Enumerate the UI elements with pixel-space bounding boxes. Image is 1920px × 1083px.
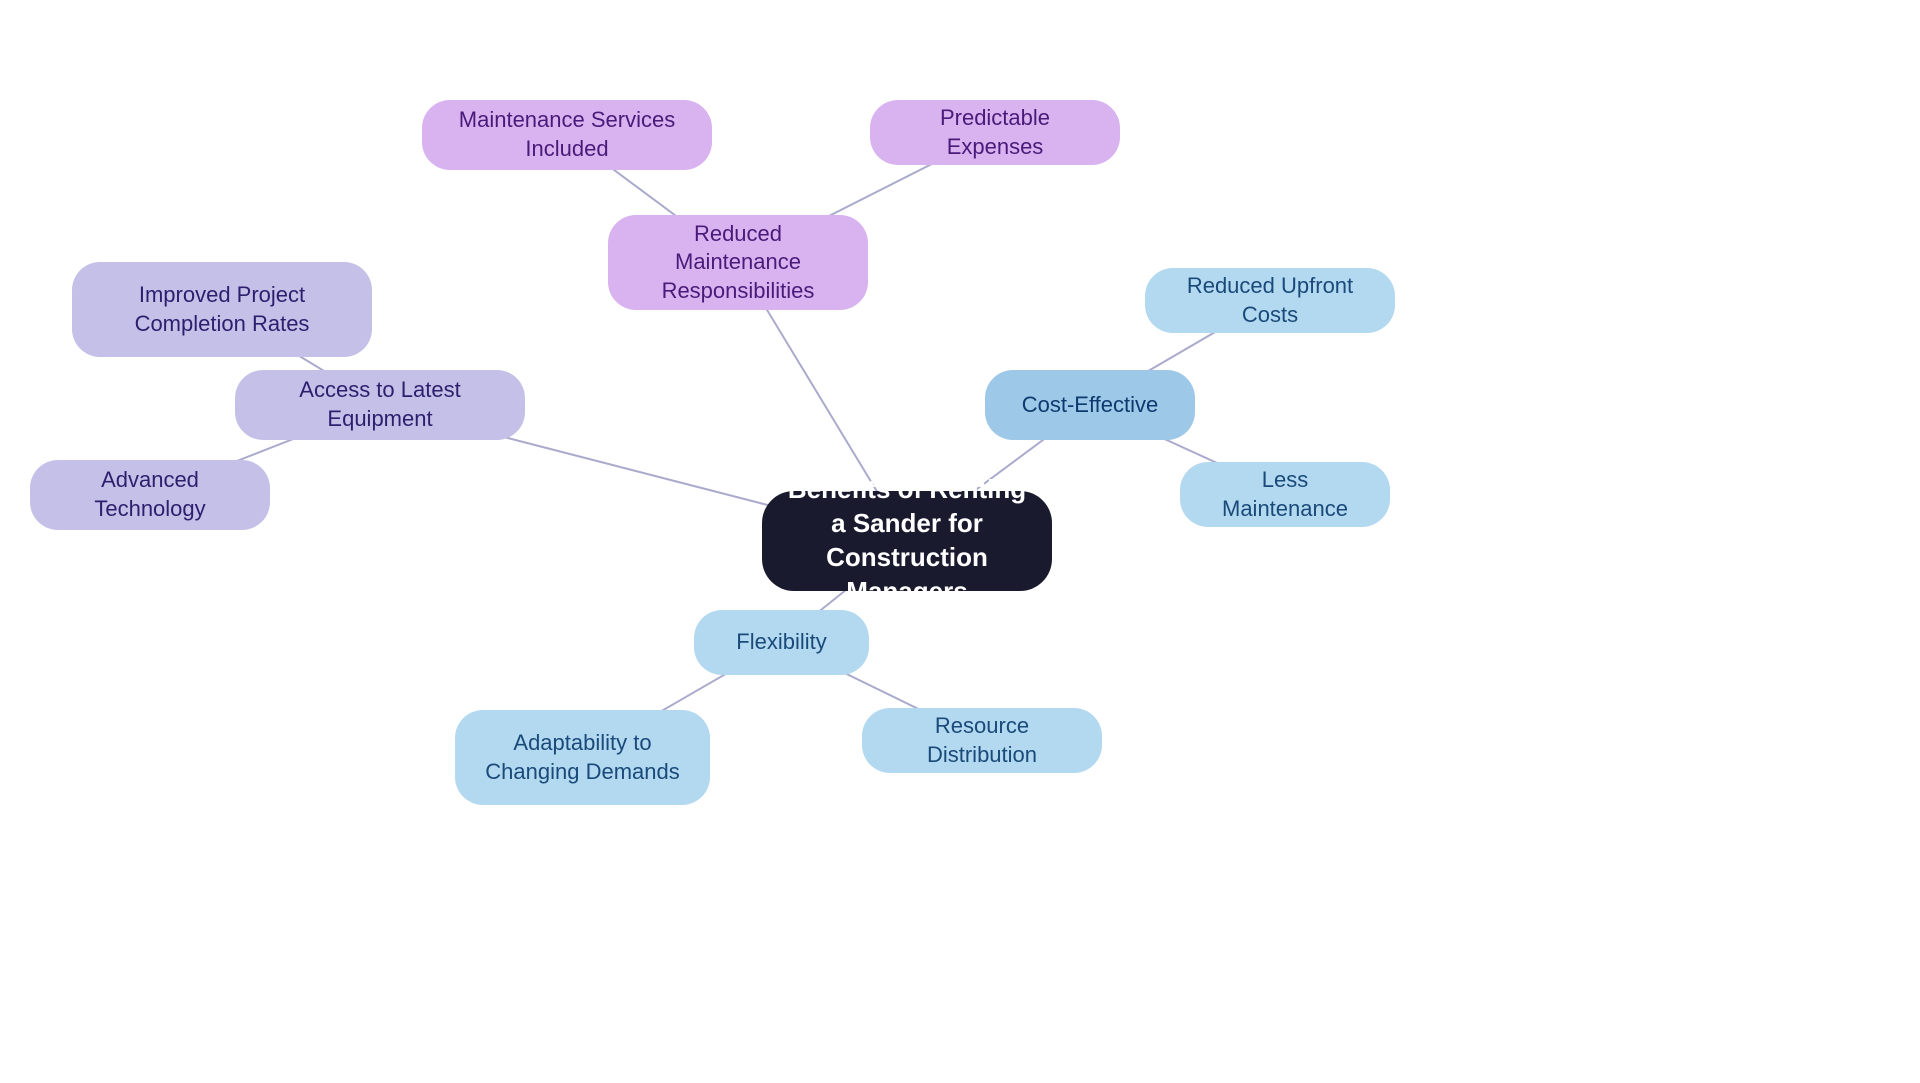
node-predictable-expenses: Predictable Expenses — [870, 100, 1120, 165]
node-maintenance-services: Maintenance Services Included — [422, 100, 712, 170]
node-reduced-maintenance: Reduced Maintenance Responsibilities — [608, 215, 868, 310]
node-less-maintenance: Less Maintenance — [1180, 462, 1390, 527]
node-advanced-tech: Advanced Technology — [30, 460, 270, 530]
node-improved-rates: Improved Project Completion Rates — [72, 262, 372, 357]
node-cost-effective: Cost-Effective — [985, 370, 1195, 440]
node-flexibility: Flexibility — [694, 610, 869, 675]
node-adaptability: Adaptability to Changing Demands — [455, 710, 710, 805]
center-node: Benefits of Renting a Sander for Constru… — [762, 491, 1052, 591]
node-access-latest: Access to Latest Equipment — [235, 370, 525, 440]
node-resource-dist: Resource Distribution — [862, 708, 1102, 773]
node-reduced-costs: Reduced Upfront Costs — [1145, 268, 1395, 333]
